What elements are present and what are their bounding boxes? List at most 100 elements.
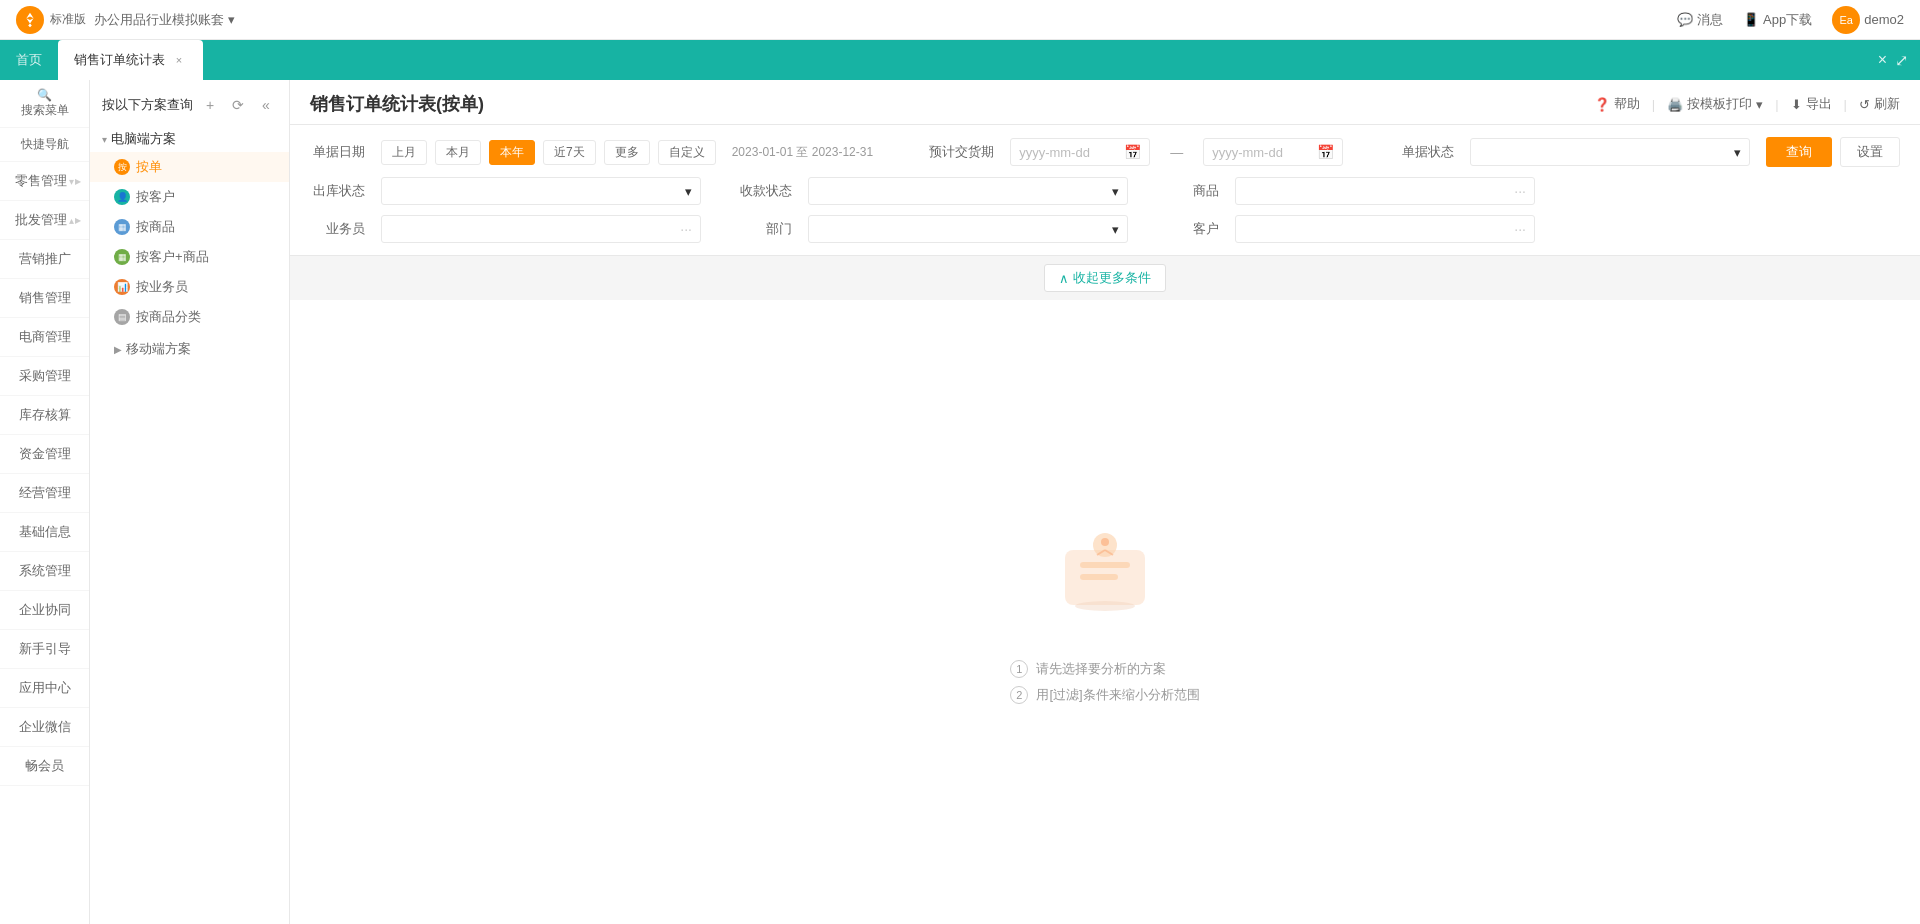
sidebar-item-purchase[interactable]: 采购管理 [0, 357, 89, 396]
refresh-scheme-button[interactable]: ⟳ [227, 94, 249, 116]
scheme-group-label: 电脑端方案 [111, 130, 176, 148]
sidebar-item-guide[interactable]: 新手引导 [0, 630, 89, 669]
scheme-item-customer-goods-icon: ▦ [114, 249, 130, 265]
date-btn-custom[interactable]: 自定义 [658, 140, 716, 165]
topbar-right: 💬 消息 📱 App下载 Ea demo2 [1677, 6, 1904, 34]
sidebar-item-app[interactable]: 应用中心 [0, 669, 89, 708]
status-select[interactable]: ▾ [1470, 138, 1750, 166]
sidebar-item-system[interactable]: 系统管理 [0, 552, 89, 591]
scheme-group-desktop: ▾ 电脑端方案 按 按单 👤 按客户 ▦ 按商品 ▦ 按客户+商品 [90, 126, 289, 332]
department-select[interactable]: ▾ [808, 215, 1128, 243]
print-button[interactable]: 🖨️ 按模板打印 ▾ [1667, 95, 1763, 113]
sidebar-item-retail[interactable]: 零售管理 ▾ [0, 162, 89, 201]
collapse-bar: ∧ 收起更多条件 [290, 256, 1920, 300]
tabbar: 首页 销售订单统计表 × × ⤢ [0, 40, 1920, 80]
business-select[interactable]: ··· [381, 215, 701, 243]
out-status-label: 出库状态 [310, 182, 365, 200]
date-btn-this-year[interactable]: 本年 [489, 140, 535, 165]
goods-select[interactable]: ··· [1235, 177, 1535, 205]
out-status-select[interactable]: ▾ [381, 177, 701, 205]
date-btn-7days[interactable]: 近7天 [543, 140, 596, 165]
empty-step-2: 2 用[过滤]条件来缩小分析范围 [1010, 686, 1199, 704]
scheme-item-by-order[interactable]: 按 按单 [90, 152, 289, 182]
department-arrow-icon: ▾ [1112, 222, 1119, 237]
date-range-text: 2023-01-01 至 2023-12-31 [732, 144, 873, 161]
page-actions: ❓ 帮助 | 🖨️ 按模板打印 ▾ | ⬇ 导出 | [1594, 95, 1900, 113]
message-label: 消息 [1697, 11, 1723, 29]
help-button[interactable]: ❓ 帮助 [1594, 95, 1640, 113]
print-arrow-icon: ▾ [1756, 97, 1763, 112]
query-button[interactable]: 查询 [1766, 137, 1832, 167]
empty-icon [1045, 520, 1165, 640]
sidebar-item-inventory[interactable]: 库存核算 [0, 396, 89, 435]
sidebar-item-enterprise[interactable]: 企业协同 [0, 591, 89, 630]
export-button[interactable]: ⬇ 导出 [1791, 95, 1832, 113]
expected-date-start[interactable]: yyyy-mm-dd 📅 [1010, 138, 1150, 166]
search-label: 搜索菜单 [0, 102, 89, 119]
sidebar-item-wholesale[interactable]: 批发管理 ▴ [0, 201, 89, 240]
scheme-item-customer-goods-label: 按客户+商品 [136, 248, 209, 266]
sidebar-item-quick-nav[interactable]: 快捷导航 [0, 128, 89, 162]
tab-home[interactable]: 首页 [0, 40, 58, 80]
tab-close-icon[interactable]: × [171, 52, 187, 68]
status-arrow-icon: ▾ [1734, 145, 1741, 160]
collapse-panel-button[interactable]: « [255, 94, 277, 116]
scheme-item-by-customer[interactable]: 👤 按客户 [90, 182, 289, 212]
sidebar-item-ecommerce[interactable]: 电商管理 [0, 318, 89, 357]
message-button[interactable]: 💬 消息 [1677, 11, 1723, 29]
scheme-item-by-goods[interactable]: ▦ 按商品 [90, 212, 289, 242]
maximize-button[interactable]: ⤢ [1895, 51, 1908, 70]
app-download-button[interactable]: 📱 App下载 [1743, 11, 1812, 29]
close-all-button[interactable]: × [1878, 51, 1887, 69]
mobile-group-label: 移动端方案 [126, 340, 191, 358]
expected-date-label: 预计交货期 [929, 143, 994, 161]
sidebar-item-sales[interactable]: 销售管理 [0, 279, 89, 318]
date-btn-this-month[interactable]: 本月 [435, 140, 481, 165]
sidebar-item-basic-info[interactable]: 基础信息 [0, 513, 89, 552]
scheme-item-by-customer-goods[interactable]: ▦ 按客户+商品 [90, 242, 289, 272]
company-selector[interactable]: 办公用品行业模拟账套 ▾ [94, 11, 235, 29]
customer-select[interactable]: ··· [1235, 215, 1535, 243]
tab-sales-order[interactable]: 销售订单统计表 × [58, 40, 203, 80]
sidebar-item-finance[interactable]: 资金管理 [0, 435, 89, 474]
sidebar-item-search[interactable]: 🔍 搜索菜单 [0, 80, 89, 128]
date-label: 单据日期 [310, 143, 365, 161]
sidebar-item-member[interactable]: 畅会员 [0, 747, 89, 786]
settings-button[interactable]: 设置 [1840, 137, 1900, 167]
scheme-item-by-staff[interactable]: 📊 按业务员 [90, 272, 289, 302]
sidebar-item-wechat[interactable]: 企业微信 [0, 708, 89, 747]
sidebar-item-management[interactable]: 经营管理 [0, 474, 89, 513]
scheme-group-mobile: ▶ 移动端方案 [90, 332, 289, 366]
export-label: 导出 [1806, 95, 1832, 113]
app-download-label: App下载 [1763, 11, 1812, 29]
user-profile[interactable]: Ea demo2 [1832, 6, 1904, 34]
add-scheme-button[interactable]: + [199, 94, 221, 116]
page-header: 销售订单统计表(按单) ❓ 帮助 | 🖨️ 按模板打印 ▾ | ⬇ [290, 80, 1920, 125]
scheme-item-by-category[interactable]: ▤ 按商品分类 [90, 302, 289, 332]
topbar: 标准版 办公用品行业模拟账套 ▾ 💬 消息 📱 App下载 Ea demo2 [0, 0, 1920, 40]
refresh-button[interactable]: ↺ 刷新 [1859, 95, 1900, 113]
business-more-icon: ··· [680, 221, 692, 237]
date-btn-more[interactable]: 更多 [604, 140, 650, 165]
step-2-text: 用[过滤]条件来缩小分析范围 [1036, 686, 1199, 704]
scheme-panel-title: 按以下方案查询 [102, 96, 193, 114]
collect-status-select[interactable]: ▾ [808, 177, 1128, 205]
refresh-icon: ↺ [1859, 97, 1870, 112]
collapse-conditions-button[interactable]: ∧ 收起更多条件 [1044, 264, 1166, 292]
sidebar-item-marketing[interactable]: 营销推广 [0, 240, 89, 279]
step-1-num: 1 [1010, 660, 1028, 678]
sidebar: 🔍 搜索菜单 快捷导航 零售管理 ▾ 批发管理 ▴ 营销推广 销售管理 电商管理 [0, 80, 90, 924]
tab-home-label: 首页 [16, 51, 42, 69]
svg-rect-2 [1080, 574, 1118, 580]
date-btn-last-month[interactable]: 上月 [381, 140, 427, 165]
scheme-group-desktop-header[interactable]: ▾ 电脑端方案 [90, 126, 289, 152]
print-label: 按模板打印 [1687, 95, 1752, 113]
scheme-item-goods-icon: ▦ [114, 219, 130, 235]
calendar-start-icon: 📅 [1124, 144, 1141, 160]
scheme-group-mobile-header[interactable]: ▶ 移动端方案 [106, 336, 273, 362]
scheme-item-staff-icon: 📊 [114, 279, 130, 295]
svg-rect-1 [1080, 562, 1130, 568]
company-name: 办公用品行业模拟账套 [94, 11, 224, 29]
expected-date-end[interactable]: yyyy-mm-dd 📅 [1203, 138, 1343, 166]
right-panel: 销售订单统计表(按单) ❓ 帮助 | 🖨️ 按模板打印 ▾ | ⬇ [290, 80, 1920, 924]
